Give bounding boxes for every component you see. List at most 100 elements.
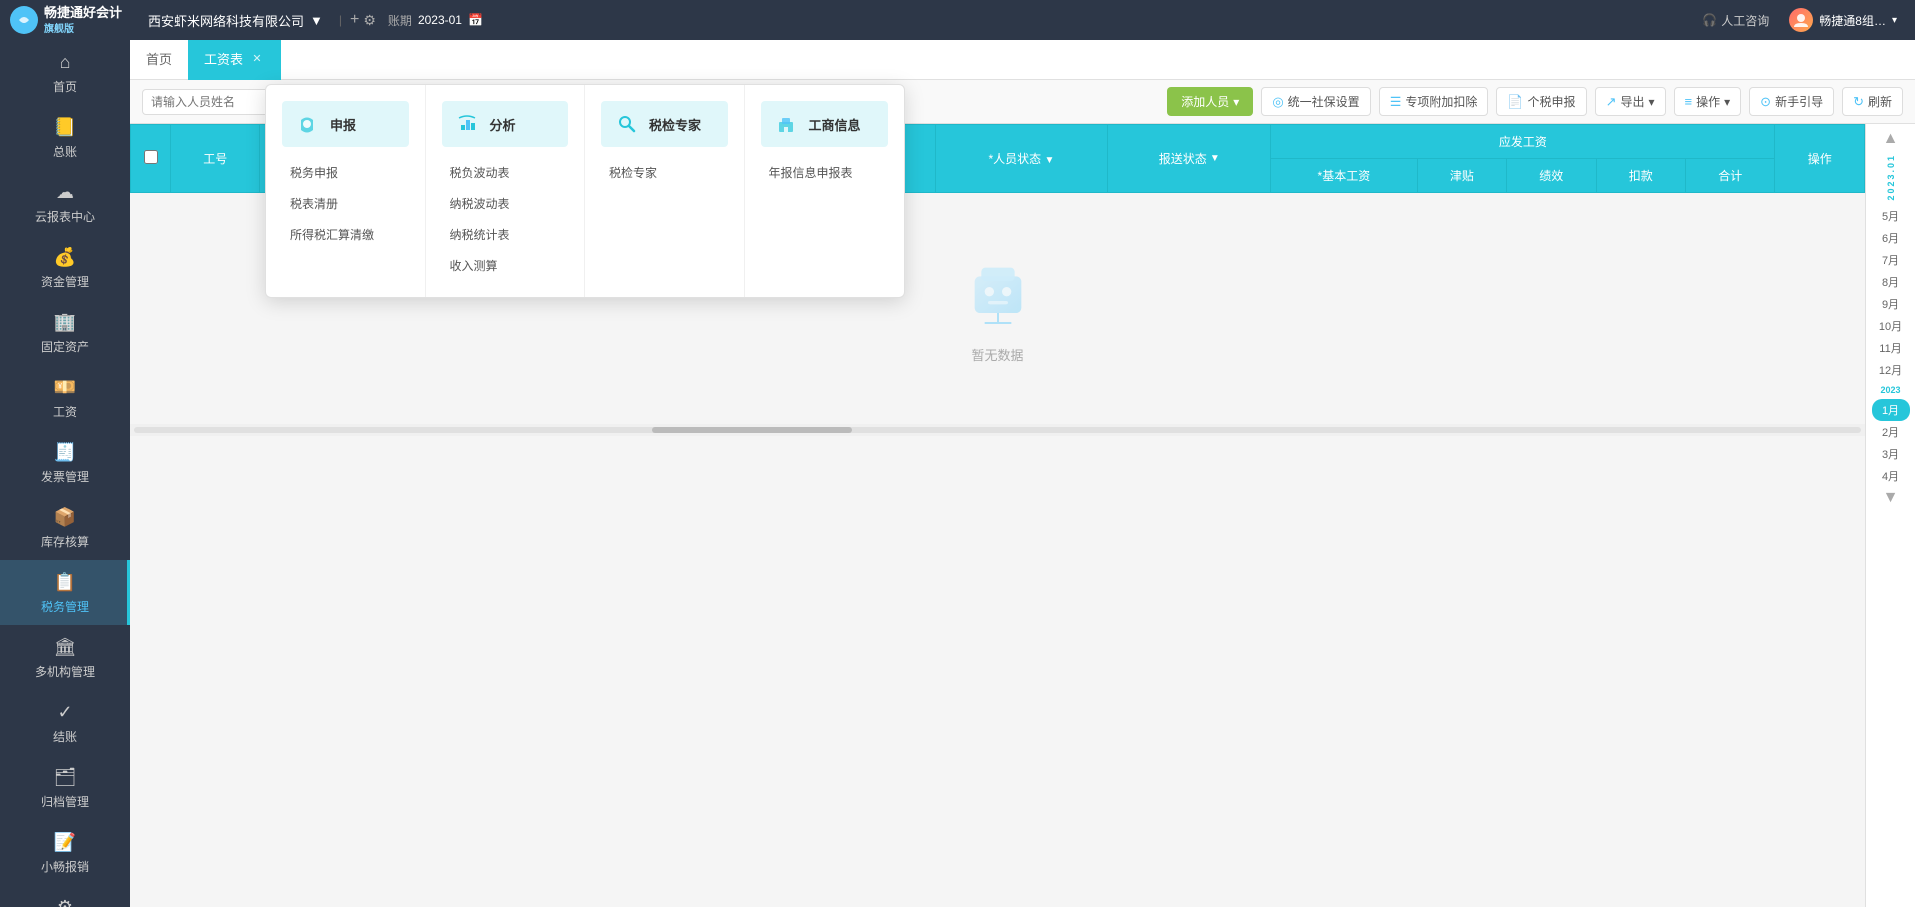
fund-icon: 💰 xyxy=(53,245,77,269)
calendar-icon[interactable]: 📅 xyxy=(468,13,483,27)
logo-text-container: 畅捷通好会计 旗舰版 xyxy=(44,5,122,36)
sidebar-item-tax[interactable]: 📋 税务管理 xyxy=(0,560,130,625)
menu-item-tax-report[interactable]: 税务申报 xyxy=(282,157,409,188)
operation-btn[interactable]: ≡ 操作 ▾ xyxy=(1674,87,1742,116)
horizontal-scrollbar[interactable] xyxy=(130,424,1865,436)
select-all-checkbox[interactable] xyxy=(144,150,158,164)
dropdown-col-fenxi: 分析 税负波动表 纳税波动表 纳税统计表 收入测算 xyxy=(426,85,586,297)
menu-item-tax-list[interactable]: 税表清册 xyxy=(282,188,409,219)
timeline-up-arrow[interactable]: ▲ xyxy=(1881,128,1901,150)
search-input[interactable] xyxy=(151,95,271,109)
tab-salary-label: 工资表 xyxy=(204,49,243,68)
refresh-btn[interactable]: ↻ 刷新 xyxy=(1842,87,1903,116)
sidebar-item-invoice[interactable]: 🧾 发票管理 xyxy=(0,430,130,495)
operation-dropdown-icon: ▾ xyxy=(1724,95,1730,109)
sidebar-item-inventory[interactable]: 📦 库存核算 xyxy=(0,495,130,560)
guide-label: 新手引导 xyxy=(1775,93,1823,110)
multi-icon: 🏛 xyxy=(53,635,77,659)
add-person-button[interactable]: 添加人员 ▾ xyxy=(1167,87,1253,116)
sidebar-item-salary[interactable]: 💴 工资 xyxy=(0,365,130,430)
menu-item-annual-report[interactable]: 年报信息申报表 xyxy=(761,157,889,188)
settings-nav-icon: ⚙ xyxy=(53,895,77,907)
timeline-month-12[interactable]: 12月 xyxy=(1872,359,1910,381)
timeline-month-7[interactable]: 7月 xyxy=(1872,249,1910,271)
service-label: 人工咨询 xyxy=(1721,12,1769,29)
content-area: 首页 工资表 ✕ 🔍 添加人员 ▾ ◎ 统一社保设置 ☰ xyxy=(130,40,1915,907)
app-title: 畅捷通好会计 xyxy=(44,5,122,21)
company-dropdown-icon: ▼ xyxy=(310,13,323,28)
timeline-month-6[interactable]: 6月 xyxy=(1872,227,1910,249)
ledger-icon: 📒 xyxy=(53,115,77,139)
cloud-icon: ☁ xyxy=(53,180,77,204)
archive-icon: 🗂 xyxy=(53,765,77,789)
salary-icon: 💴 xyxy=(53,375,77,399)
sidebar-fund-label: 资金管理 xyxy=(41,273,89,290)
export-btn[interactable]: ↗ 导出 ▾ xyxy=(1595,87,1666,116)
menu-item-tax-burden[interactable]: 税负波动表 xyxy=(442,157,569,188)
report-filter-icon[interactable]: ▼ xyxy=(1210,153,1220,164)
sidebar-item-settings[interactable]: ⚙ 基础设置 xyxy=(0,885,130,907)
timeline-month-10[interactable]: 10月 xyxy=(1872,315,1910,337)
guide-btn[interactable]: ⊙ 新手引导 xyxy=(1749,87,1834,116)
headset-icon: 🎧 xyxy=(1702,13,1717,27)
timeline-year-2023-top: 2023.01 xyxy=(1886,154,1896,201)
timeline-month-8[interactable]: 8月 xyxy=(1872,271,1910,293)
period-label: 账期 xyxy=(388,12,412,29)
menu-item-income-estimate[interactable]: 收入测算 xyxy=(442,250,569,281)
main-layout: ⌂ 首页 📒 总账 ☁ 云报表中心 💰 资金管理 🏢 固定资产 💴 工资 🧾 发… xyxy=(0,40,1915,907)
sidebar-item-settle[interactable]: ✓ 结账 xyxy=(0,690,130,755)
empty-illustration xyxy=(958,253,1038,333)
timeline-month-4[interactable]: 4月 xyxy=(1872,465,1910,487)
company-selector[interactable]: 西安虾米网络科技有限公司 ▼ xyxy=(140,7,331,34)
tab-home-label: 首页 xyxy=(146,49,172,68)
th-allowance: 津贴 xyxy=(1417,159,1506,193)
sidebar-item-cloud[interactable]: ☁ 云报表中心 xyxy=(0,170,130,235)
timeline-month-5[interactable]: 5月 xyxy=(1872,205,1910,227)
service-button[interactable]: 🎧 人工咨询 xyxy=(1702,12,1769,29)
sidebar-item-ledger[interactable]: 📒 总账 xyxy=(0,105,130,170)
timeline-month-3[interactable]: 3月 xyxy=(1872,443,1910,465)
timeline-down-arrow[interactable]: ▼ xyxy=(1881,487,1901,509)
scrollbar-track xyxy=(134,427,1861,433)
timeline-month-11[interactable]: 11月 xyxy=(1872,337,1910,359)
sidebar-item-home[interactable]: ⌂ 首页 xyxy=(0,40,130,105)
assets-icon: 🏢 xyxy=(53,310,77,334)
timeline-month-9[interactable]: 9月 xyxy=(1872,293,1910,315)
menu-item-tax-stats[interactable]: 纳税统计表 xyxy=(442,219,569,250)
sidebar-item-multi[interactable]: 🏛 多机构管理 xyxy=(0,625,130,690)
tax-report-btn[interactable]: 📄 个税申报 xyxy=(1496,87,1586,116)
th-status: *人员状态 ▼ xyxy=(935,125,1108,193)
tab-close-icon[interactable]: ✕ xyxy=(249,51,265,67)
menu-item-income-tax[interactable]: 所得税汇算清缴 xyxy=(282,219,409,250)
tab-home[interactable]: 首页 xyxy=(130,40,188,80)
shuijian-title: 税检专家 xyxy=(649,115,701,134)
inventory-icon: 📦 xyxy=(53,505,77,529)
period-area: 账期 2023-01 📅 xyxy=(388,12,483,29)
empty-message: 暂无数据 xyxy=(971,345,1023,364)
user-info[interactable]: 畅捷通8组… ▾ xyxy=(1781,4,1905,36)
sidebar-item-xiaochang[interactable]: 📝 小畅报销 xyxy=(0,820,130,885)
sidebar-item-fund[interactable]: 💰 资金管理 xyxy=(0,235,130,300)
top-header: 畅捷通好会计 旗舰版 西安虾米网络科技有限公司 ▼ | + ⚙ 账期 2023-… xyxy=(0,0,1915,40)
shenbao-title: 申报 xyxy=(330,115,356,134)
status-filter-icon[interactable]: ▼ xyxy=(1045,155,1055,166)
dropdown-header-gongshang: 工商信息 xyxy=(761,101,889,147)
social-insurance-btn[interactable]: ◎ 统一社保设置 xyxy=(1261,87,1370,116)
sidebar-item-assets[interactable]: 🏢 固定资产 xyxy=(0,300,130,365)
sidebar-multi-label: 多机构管理 xyxy=(35,663,95,680)
menu-item-tax-expert[interactable]: 税检专家 xyxy=(601,157,728,188)
menu-item-tax-fluctuation[interactable]: 纳税波动表 xyxy=(442,188,569,219)
timeline-month-2[interactable]: 2月 xyxy=(1872,421,1910,443)
social-label: 统一社保设置 xyxy=(1288,93,1360,110)
timeline-month-1[interactable]: 1月 xyxy=(1872,399,1910,421)
tab-salary[interactable]: 工资表 ✕ xyxy=(188,40,281,80)
special-deduction-btn[interactable]: ☰ 专项附加扣除 xyxy=(1379,87,1489,116)
scrollbar-thumb[interactable] xyxy=(652,427,852,433)
dropdown-header-shuijian: 税检专家 xyxy=(601,101,728,147)
sidebar-assets-label: 固定资产 xyxy=(41,338,89,355)
sidebar-settle-label: 结账 xyxy=(53,728,77,745)
sidebar-item-archive[interactable]: 🗂 归档管理 xyxy=(0,755,130,820)
export-dropdown-icon: ▾ xyxy=(1648,95,1654,109)
add-company-btn[interactable]: + xyxy=(350,11,359,29)
settings-icon[interactable]: ⚙ xyxy=(363,12,376,29)
